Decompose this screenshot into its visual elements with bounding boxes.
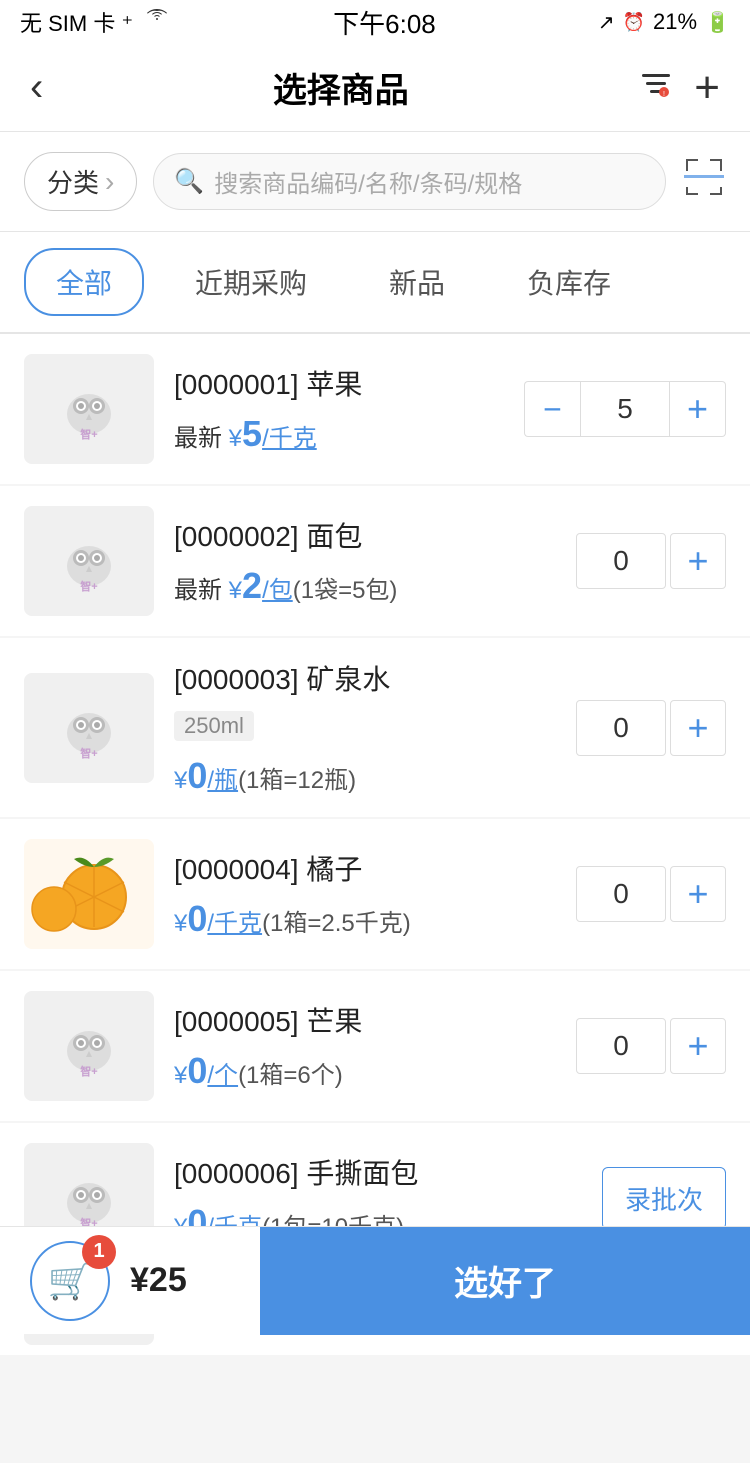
- product-name: [0000004] 橘子: [174, 848, 556, 888]
- svg-text:智+: 智+: [80, 427, 97, 441]
- quantity-control: +: [576, 866, 726, 922]
- filter-bar: 分类 › 🔍 搜索商品编码/名称/条码/规格: [0, 132, 750, 232]
- tab-recent[interactable]: 近期采购: [164, 249, 338, 315]
- product-name: [0000001] 苹果: [174, 363, 504, 403]
- product-price: ¥0/千克(1箱=2.5千克): [174, 898, 556, 940]
- bottom-bar: 🛒 1 ¥25 选好了: [0, 1226, 750, 1334]
- nav-bar: ‹ 选择商品 ! +: [0, 44, 750, 132]
- battery-label: 21%: [653, 9, 697, 35]
- list-item: 智+ [0000001] 苹果 最新 ¥5/千克 − +: [0, 334, 750, 484]
- scan-button[interactable]: [682, 155, 726, 209]
- quantity-increase-button[interactable]: +: [670, 381, 726, 437]
- quantity-input[interactable]: [576, 866, 666, 922]
- product-thumbnail: 智+: [24, 506, 154, 616]
- product-price: ¥0/瓶(1箱=12瓶): [174, 755, 556, 797]
- alarm-icon: ⏰: [623, 12, 645, 33]
- location-icon: ↗: [598, 10, 615, 35]
- cart-icon: 🛒: [48, 1260, 93, 1302]
- quantity-increase-button[interactable]: +: [670, 700, 726, 756]
- list-item: 智+ [0000002] 面包 最新 ¥2/包(1袋=5包) +: [0, 486, 750, 636]
- status-right: ↗ ⏰ 21% 🔋: [598, 9, 730, 35]
- product-info: [0000003] 矿泉水 250ml ¥0/瓶(1箱=12瓶): [174, 658, 556, 797]
- product-info: [0000004] 橘子 ¥0/千克(1箱=2.5千克): [174, 848, 556, 940]
- tab-negative-stock[interactable]: 负库存: [496, 249, 642, 315]
- category-arrow-icon: ›: [105, 166, 114, 198]
- svg-text:智+: 智+: [80, 746, 97, 760]
- confirm-button[interactable]: 选好了: [260, 1227, 750, 1335]
- search-box[interactable]: 🔍 搜索商品编码/名称/条码/规格: [153, 153, 666, 210]
- quantity-decrease-button[interactable]: −: [524, 381, 580, 437]
- quantity-control: − +: [524, 381, 726, 437]
- product-name: [0000002] 面包: [174, 515, 556, 555]
- nav-right: ! +: [638, 66, 720, 110]
- tab-all[interactable]: 全部: [24, 248, 144, 316]
- sim-label: 无 SIM 卡 ⁺: [20, 6, 133, 38]
- cart-button[interactable]: 🛒 1: [30, 1241, 110, 1321]
- quantity-input[interactable]: [576, 1018, 666, 1074]
- status-left: 无 SIM 卡 ⁺: [20, 6, 171, 38]
- wifi-icon: [143, 8, 171, 36]
- quantity-control: +: [576, 533, 726, 589]
- quantity-increase-button[interactable]: +: [670, 866, 726, 922]
- quantity-control: +: [576, 1018, 726, 1074]
- product-name: [0000006] 手撕面包: [174, 1152, 582, 1192]
- product-thumbnail: 智+: [24, 354, 154, 464]
- batch-record-button[interactable]: 录批次: [602, 1167, 726, 1230]
- svg-text:智+: 智+: [80, 1064, 97, 1078]
- cart-badge: 1: [82, 1235, 116, 1269]
- product-name: [0000003] 矿泉水: [174, 658, 556, 698]
- product-thumbnail: 智+: [24, 991, 154, 1101]
- quantity-increase-button[interactable]: +: [670, 533, 726, 589]
- cart-total: ¥25: [130, 1261, 187, 1300]
- status-bar: 无 SIM 卡 ⁺ 下午6:08 ↗ ⏰ 21% 🔋: [0, 0, 750, 44]
- product-price: 最新 ¥5/千克: [174, 413, 504, 455]
- category-label: 分类: [47, 163, 99, 200]
- product-thumbnail: [24, 839, 154, 949]
- product-name: [0000005] 芒果: [174, 1000, 556, 1040]
- tab-bar: 全部 近期采购 新品 负库存: [0, 232, 750, 334]
- quantity-input[interactable]: [576, 700, 666, 756]
- search-icon: 🔍: [174, 167, 204, 196]
- category-button[interactable]: 分类 ›: [24, 152, 137, 211]
- quantity-control: +: [576, 700, 726, 756]
- add-button[interactable]: +: [694, 66, 720, 110]
- filter-icon[interactable]: !: [638, 66, 674, 110]
- product-thumbnail: 智+: [24, 673, 154, 783]
- list-item: [0000004] 橘子 ¥0/千克(1箱=2.5千克) +: [0, 819, 750, 969]
- product-price: 最新 ¥2/包(1袋=5包): [174, 565, 556, 607]
- quantity-increase-button[interactable]: +: [670, 1018, 726, 1074]
- product-price: ¥0/个(1箱=6个): [174, 1050, 556, 1092]
- quantity-input[interactable]: [580, 381, 670, 437]
- nav-left: ‹: [30, 65, 43, 110]
- list-item: 智+ [0000003] 矿泉水 250ml ¥0/瓶(1箱=12瓶) +: [0, 638, 750, 817]
- status-time: 下午6:08: [333, 4, 436, 41]
- battery-icon: 🔋: [705, 10, 730, 35]
- back-button[interactable]: ‹: [30, 65, 43, 110]
- search-placeholder: 搜索商品编码/名称/条码/规格: [214, 164, 522, 199]
- list-item: 智+ [0000005] 芒果 ¥0/个(1箱=6个) +: [0, 971, 750, 1121]
- tab-new[interactable]: 新品: [358, 249, 476, 315]
- product-info: [0000005] 芒果 ¥0/个(1箱=6个): [174, 1000, 556, 1092]
- page-title: 选择商品: [273, 63, 409, 112]
- svg-text:!: !: [663, 91, 665, 98]
- product-spec: 250ml: [174, 711, 254, 741]
- product-info: [0000002] 面包 最新 ¥2/包(1袋=5包): [174, 515, 556, 607]
- svg-text:智+: 智+: [80, 579, 97, 593]
- product-info: [0000001] 苹果 最新 ¥5/千克: [174, 363, 504, 455]
- cart-section: 🛒 1 ¥25: [0, 1241, 260, 1321]
- quantity-input[interactable]: [576, 533, 666, 589]
